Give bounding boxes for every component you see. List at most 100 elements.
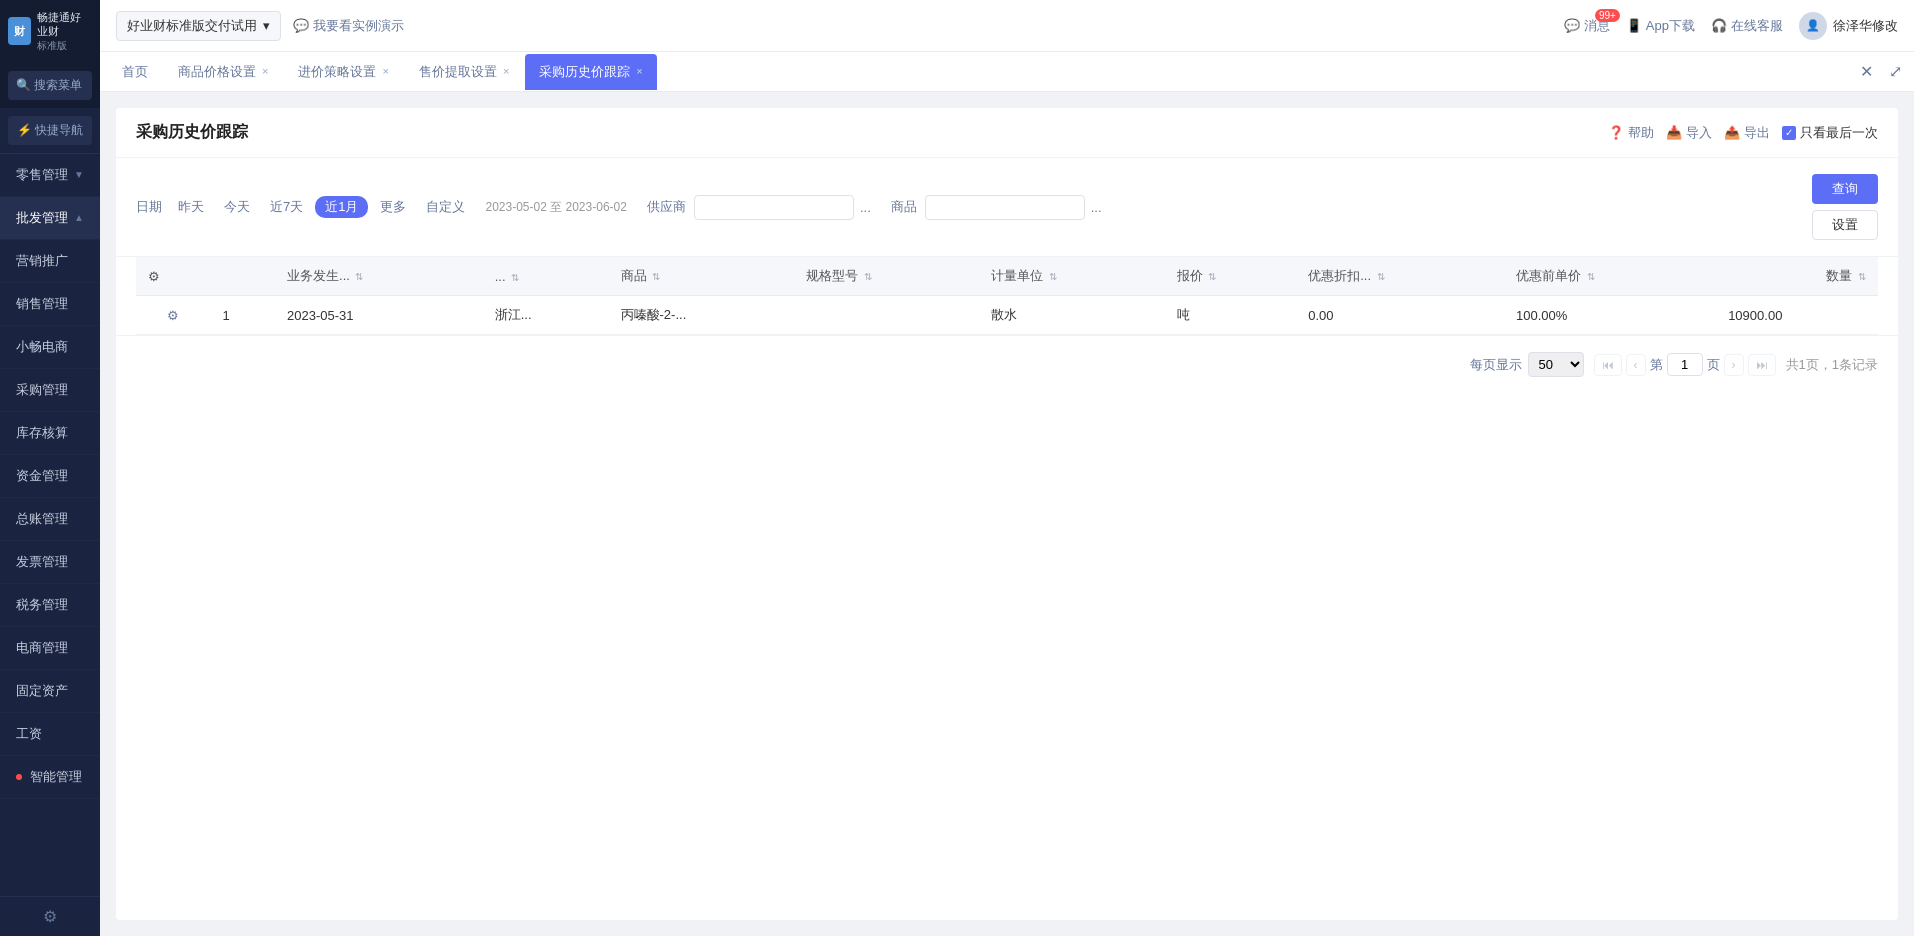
content-area: 采购历史价跟踪 ❓ 帮助 📥 导入 📤 导出 ✓ — [100, 92, 1914, 936]
version-label: 好业财标准版交付试用 — [127, 17, 257, 35]
date-options: 昨天 今天 近7天 近1月 更多 自定义 — [170, 196, 473, 218]
import-button[interactable]: 📥 导入 — [1666, 124, 1712, 142]
sidebar-item-salary[interactable]: 工资 — [0, 713, 100, 756]
col-discount[interactable]: 优惠折扣... ⇅ — [1296, 257, 1504, 296]
col-gear[interactable]: ⚙ — [136, 257, 210, 296]
sort-icon: ⇅ — [1587, 271, 1595, 282]
sort-icon: ⇅ — [864, 271, 872, 282]
sidebar-item-invoice[interactable]: 发票管理 — [0, 541, 100, 584]
minimize-tab-button[interactable]: ✕ — [1856, 58, 1877, 85]
supplier-more-button[interactable]: ... — [860, 200, 871, 215]
tab-price[interactable]: 商品价格设置 × — [164, 54, 282, 90]
supplier-input[interactable] — [694, 195, 854, 220]
query-button[interactable]: 查询 — [1812, 174, 1878, 204]
message-icon: 💬 — [1564, 18, 1580, 33]
tab-purchase-history[interactable]: 采购历史价跟踪 × — [525, 54, 656, 90]
product-label: 商品 — [891, 198, 917, 216]
next-page-button[interactable]: › — [1724, 354, 1744, 376]
close-icon[interactable]: × — [636, 66, 642, 77]
sidebar-item-retail[interactable]: 零售管理 ▼ — [0, 154, 100, 197]
first-page-button[interactable]: ⏮ — [1594, 354, 1622, 376]
col-quantity[interactable]: 数量 ⇅ — [1716, 257, 1878, 296]
per-page-select[interactable]: 10 20 50 100 — [1528, 352, 1584, 377]
sidebar-item-assets[interactable]: 固定资产 — [0, 670, 100, 713]
tab-sale-price[interactable]: 售价提取设置 × — [405, 54, 523, 90]
sort-icon: ⇅ — [1858, 271, 1866, 282]
demo-link[interactable]: 💬 我要看实例演示 — [293, 17, 404, 35]
per-page-label: 每页显示 — [1470, 356, 1522, 374]
quick-nav-button[interactable]: ⚡ 快捷导航 — [8, 116, 92, 145]
date-option-today[interactable]: 今天 — [216, 196, 258, 218]
tabs-bar: 首页 商品价格设置 × 进价策略设置 × 售价提取设置 × 采购历史价跟踪 × … — [100, 52, 1914, 92]
close-icon[interactable]: × — [262, 66, 268, 77]
sidebar: 财 畅捷通好业财 标准版 🔍 搜索菜单 ⚡ 快捷导航 零售管理 ▼ 批发管理 ▲… — [0, 0, 100, 936]
col-price[interactable]: 报价 ⇅ — [1165, 257, 1297, 296]
close-icon[interactable]: × — [382, 66, 388, 77]
sidebar-item-ledger[interactable]: 总账管理 — [0, 498, 100, 541]
sidebar-item-purchase[interactable]: 采购管理 — [0, 369, 100, 412]
question-icon: ❓ — [1608, 125, 1624, 140]
date-option-yesterday[interactable]: 昨天 — [170, 196, 212, 218]
prev-page-button[interactable]: ‹ — [1626, 354, 1646, 376]
sidebar-item-finance[interactable]: 资金管理 — [0, 455, 100, 498]
main-area: 好业财标准版交付试用 ▾ 💬 我要看实例演示 💬 消息 99+ 📱 App下载 … — [100, 0, 1914, 936]
supplier-input-group: ... — [694, 195, 871, 220]
sidebar-item-marketing[interactable]: 营销推广 — [0, 240, 100, 283]
col-more[interactable]: ... ⇅ — [483, 257, 609, 296]
filter-buttons: 查询 设置 — [1812, 174, 1878, 240]
close-icon[interactable]: × — [503, 66, 509, 77]
message-badge: 99+ — [1595, 9, 1620, 22]
app-download-button[interactable]: 📱 App下载 — [1626, 17, 1695, 35]
date-range-display: 2023-05-02 至 2023-06-02 — [485, 199, 626, 216]
date-option-last1m[interactable]: 近1月 — [315, 196, 368, 218]
col-date[interactable]: 业务发生... ⇅ — [275, 257, 483, 296]
col-unit[interactable]: 计量单位 ⇅ — [979, 257, 1164, 296]
message-button[interactable]: 💬 消息 99+ — [1564, 17, 1610, 35]
date-option-last7[interactable]: 近7天 — [262, 196, 311, 218]
online-service-button[interactable]: 🎧 在线客服 — [1711, 17, 1783, 35]
page-suffix: 页 — [1707, 356, 1720, 374]
tab-home[interactable]: 首页 — [108, 54, 162, 90]
row-gear[interactable]: ⚙ — [136, 296, 210, 335]
only-last-checkbox[interactable]: ✓ 只看最后一次 — [1782, 124, 1878, 142]
supplier-label: 供应商 — [647, 198, 686, 216]
page-input[interactable] — [1667, 353, 1703, 376]
sidebar-item-ecommerce[interactable]: 电商管理 — [0, 627, 100, 670]
col-pre-discount-price[interactable]: 优惠前单价 ⇅ — [1504, 257, 1716, 296]
sidebar-item-stock[interactable]: 库存核算 — [0, 412, 100, 455]
sidebar-item-tax[interactable]: 税务管理 — [0, 584, 100, 627]
page-label: 第 — [1650, 356, 1663, 374]
col-spec[interactable]: 规格型号 ⇅ — [794, 257, 979, 296]
col-product[interactable]: 商品 ⇅ — [609, 257, 795, 296]
sidebar-bottom: ⚙ — [0, 896, 100, 936]
sidebar-item-wholesale[interactable]: 批发管理 ▲ — [0, 197, 100, 240]
download-icon: 📱 — [1626, 18, 1642, 33]
logo-icon: 财 — [8, 17, 31, 45]
export-icon: 📤 — [1724, 125, 1740, 140]
help-link[interactable]: ❓ 帮助 — [1608, 124, 1654, 142]
last-page-button[interactable]: ⏭ — [1748, 354, 1776, 376]
product-more-button[interactable]: ... — [1091, 200, 1102, 215]
chevron-up-icon: ▲ — [74, 212, 84, 223]
row-quoted-price: 0.00 — [1296, 296, 1504, 335]
sidebar-item-sales[interactable]: 销售管理 — [0, 283, 100, 326]
tab-strategy[interactable]: 进价策略设置 × — [284, 54, 402, 90]
maximize-tab-button[interactable]: ⤢ — [1885, 58, 1906, 85]
user-info[interactable]: 👤 徐泽华修改 — [1799, 12, 1898, 40]
settings-gear-button[interactable]: ⚙ — [43, 907, 57, 926]
product-input[interactable] — [925, 195, 1085, 220]
search-menu-button[interactable]: 🔍 搜索菜单 — [8, 71, 92, 100]
sidebar-item-smart[interactable]: 智能管理 — [0, 756, 100, 799]
date-option-more[interactable]: 更多 — [372, 196, 414, 218]
date-option-custom[interactable]: 自定义 — [418, 196, 473, 218]
row-product: 丙嗪酸-2-... — [609, 296, 795, 335]
filter-area: 日期 昨天 今天 近7天 近1月 更多 自定义 2023-05-02 至 202… — [116, 158, 1898, 257]
version-select[interactable]: 好业财标准版交付试用 ▾ — [116, 11, 281, 41]
row-price-unit: 吨 — [1165, 296, 1297, 335]
settings-button[interactable]: 设置 — [1812, 210, 1878, 240]
sidebar-item-ecommerce-small[interactable]: 小畅电商 — [0, 326, 100, 369]
row-unit: 散水 — [979, 296, 1164, 335]
pagination: 每页显示 10 20 50 100 ⏮ ‹ 第 页 › ⏭ — [116, 335, 1898, 393]
avatar: 👤 — [1799, 12, 1827, 40]
export-button[interactable]: 📤 导出 — [1724, 124, 1770, 142]
